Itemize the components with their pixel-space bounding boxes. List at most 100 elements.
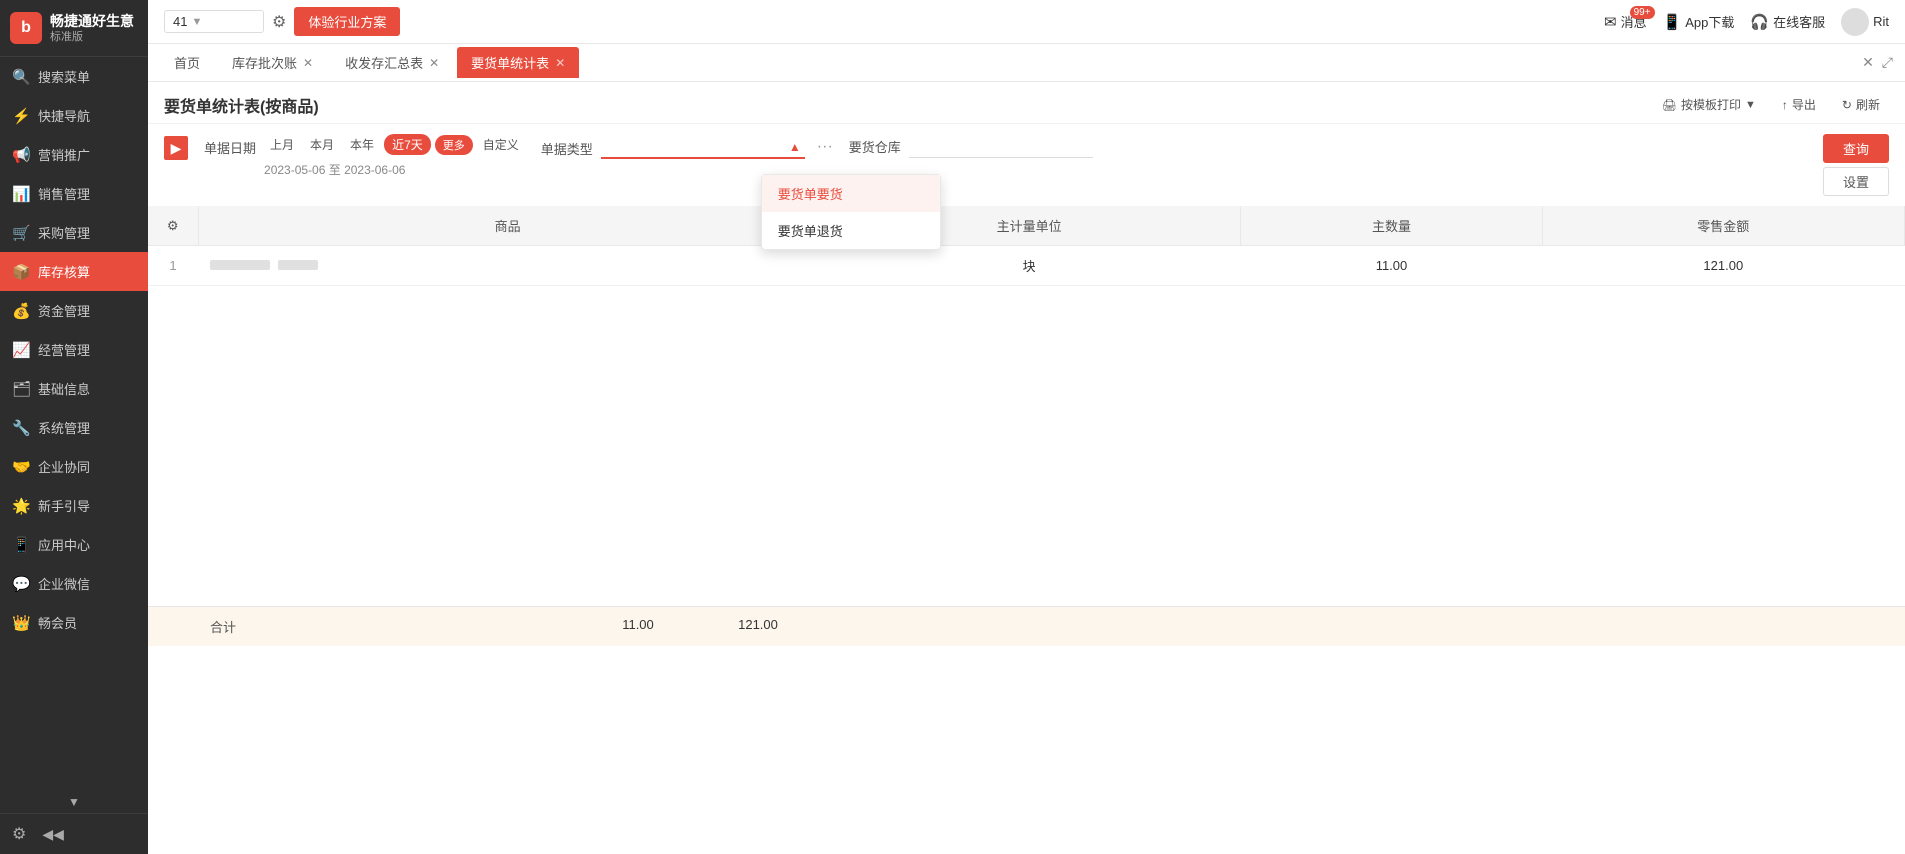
chevron-up-icon[interactable]: ▲ — [789, 140, 801, 154]
tab-expand-icon[interactable]: ⤢ — [1882, 54, 1893, 71]
sidebar-nav: 🔍 搜索菜单 ⚡ 快捷导航 📢 营销推广 📊 销售管理 🛒 采购管理 📦 库存核… — [0, 57, 148, 791]
sidebar-item-label: 基础信息 — [38, 379, 90, 398]
service-item[interactable]: 🎧 在线客服 — [1750, 12, 1825, 31]
message-icon: ✉ — [1604, 13, 1617, 31]
messages-item[interactable]: ✉ 消息 99+ — [1604, 12, 1647, 31]
sidebar-item-purchase[interactable]: 🛒 采购管理 — [0, 213, 148, 252]
page-inner: 要货单统计表(按商品) 🖨 按模板打印 ▼ ↑ 导出 ↻ 刷新 — [148, 82, 1905, 854]
refresh-icon: ↻ — [1842, 98, 1852, 112]
sidebar-item-inventory[interactable]: 📦 库存核算 — [0, 252, 148, 291]
sidebar-item-marketing[interactable]: 📢 营销推广 — [0, 135, 148, 174]
company-select[interactable]: 41 ▼ — [164, 10, 264, 33]
tab-close-all-icon[interactable]: ✕ — [1862, 54, 1874, 71]
dropdown-option-0[interactable]: 要货单要货 — [762, 175, 940, 212]
product-qty: 11.00 — [1241, 246, 1542, 286]
filter-expand-button[interactable]: ▶ — [164, 136, 188, 160]
company-select-value: 41 — [173, 14, 187, 29]
query-button[interactable]: 查询 — [1823, 134, 1889, 163]
type-filter-input[interactable] — [601, 134, 805, 159]
tab-close-icon[interactable]: ✕ — [303, 56, 313, 70]
tab-receivable[interactable]: 收发存汇总表 ✕ — [331, 47, 453, 78]
product-name — [198, 246, 817, 286]
member-icon: 👑 — [12, 614, 30, 632]
sidebar-item-sales[interactable]: 📊 销售管理 — [0, 174, 148, 213]
settings-icon[interactable]: ⚙ — [272, 12, 286, 32]
col-amount: 零售金额 — [1542, 206, 1904, 246]
sidebar-item-member[interactable]: 👑 畅会员 — [0, 603, 148, 642]
user-item[interactable]: Rit — [1841, 8, 1889, 36]
sidebar-scroll-down[interactable]: ▼ — [0, 791, 148, 813]
setup-button[interactable]: 设置 — [1823, 167, 1889, 196]
sidebar-item-system[interactable]: 🔧 系统管理 — [0, 408, 148, 447]
sidebar-item-label: 搜索菜单 — [38, 67, 90, 86]
dropdown-option-1[interactable]: 要货单退货 — [762, 212, 940, 249]
sidebar-item-label: 新手引导 — [38, 496, 90, 515]
sidebar-item-operations[interactable]: 📈 经营管理 — [0, 330, 148, 369]
export-icon: ↑ — [1782, 98, 1788, 112]
sidebar-item-shortcut[interactable]: ⚡ 快捷导航 — [0, 96, 148, 135]
shortcut-this-year[interactable]: 本年 — [344, 134, 380, 155]
product-placeholder — [210, 260, 270, 270]
tabs-actions: ✕ ⤢ — [1862, 54, 1893, 71]
sidebar-item-label: 应用中心 — [38, 535, 90, 554]
trial-button[interactable]: 体验行业方案 — [294, 7, 400, 36]
topbar-left: 41 ▼ ⚙ 体验行业方案 — [164, 7, 1592, 36]
footer-empty — [160, 617, 210, 636]
collapse-icon[interactable]: ◀◀ — [42, 826, 64, 843]
sales-icon: 📊 — [12, 185, 30, 203]
gear-icon: ⚙ — [167, 218, 179, 233]
shortcut-icon: ⚡ — [12, 107, 30, 125]
col-product: 商品 — [198, 206, 817, 246]
shortcut-last-month[interactable]: 上月 — [264, 134, 300, 155]
app-logo-text: 畅捷通好生意 标准版 — [50, 12, 134, 44]
app-logo-icon: b — [10, 12, 42, 44]
service-icon: 🎧 — [1750, 13, 1769, 31]
tab-close-icon[interactable]: ✕ — [555, 56, 565, 70]
footer-label: 合计 — [210, 617, 490, 636]
type-select-wrap: ▲ — [601, 134, 805, 159]
shortcut-this-month[interactable]: 本月 — [304, 134, 340, 155]
tabs-bar: 首页 库存批次账 ✕ 收发存汇总表 ✕ 要货单统计表 ✕ ✕ ⤢ — [148, 44, 1905, 82]
print-label: 按模板打印 — [1681, 96, 1741, 113]
sidebar-item-guide[interactable]: 🌟 新手引导 — [0, 486, 148, 525]
shortcut-7days[interactable]: 近7天 — [384, 134, 431, 155]
download-item[interactable]: 📱 App下载 — [1663, 12, 1735, 31]
table-header-row: ⚙ 商品 主计量单位 主数量 零售金额 — [148, 206, 1905, 246]
settings-footer-icon[interactable]: ⚙ — [12, 824, 26, 844]
shortcut-custom[interactable]: 自定义 — [477, 134, 525, 155]
operations-icon: 📈 — [12, 341, 30, 359]
tab-close-icon[interactable]: ✕ — [429, 56, 439, 70]
date-filter-label: 单据日期 — [204, 138, 256, 157]
main-area: 41 ▼ ⚙ 体验行业方案 ✉ 消息 99+ 📱 App下载 🎧 在线客服 R — [148, 0, 1905, 854]
shortcut-more[interactable]: 更多 — [435, 135, 473, 155]
type-filter-label: 单据类型 — [541, 139, 593, 158]
product-unit: 块 — [817, 246, 1241, 286]
export-button[interactable]: ↑ 导出 — [1773, 92, 1825, 117]
finance-icon: 💰 — [12, 302, 30, 320]
tab-order-stats[interactable]: 要货单统计表 ✕ — [457, 47, 579, 78]
tab-inventory-batch[interactable]: 库存批次账 ✕ — [218, 47, 327, 78]
print-button[interactable]: 🖨 按模板打印 ▼ — [1653, 92, 1765, 117]
sidebar-item-label: 企业微信 — [38, 574, 90, 593]
messages-badge: 99+ — [1630, 6, 1655, 19]
warehouse-filter-input[interactable] — [909, 134, 1093, 158]
service-label: 在线客服 — [1773, 12, 1825, 31]
col-settings[interactable]: ⚙ — [148, 206, 198, 246]
warehouse-filter-group: 要货仓库 — [849, 134, 1093, 158]
date-range-display: 2023-05-06 至 2023-06-06 — [264, 161, 525, 178]
data-table: ⚙ 商品 主计量单位 主数量 零售金额 1 — [148, 206, 1905, 286]
download-icon: 📱 — [1663, 13, 1682, 31]
sidebar-item-enterprise[interactable]: 🤝 企业协同 — [0, 447, 148, 486]
page-header: 要货单统计表(按商品) 🖨 按模板打印 ▼ ↑ 导出 ↻ 刷新 — [148, 82, 1905, 124]
sidebar-item-basicinfo[interactable]: 🗂 基础信息 — [0, 369, 148, 408]
sidebar-item-appcenter[interactable]: 📱 应用中心 — [0, 525, 148, 564]
sidebar-item-wechat[interactable]: 💬 企业微信 — [0, 564, 148, 603]
purchase-icon: 🛒 — [12, 224, 30, 242]
tab-home[interactable]: 首页 — [160, 47, 214, 78]
sidebar-item-search[interactable]: 🔍 搜索菜单 — [0, 57, 148, 96]
sidebar-item-finance[interactable]: 💰 资金管理 — [0, 291, 148, 330]
refresh-button[interactable]: ↻ 刷新 — [1833, 92, 1889, 117]
username: Rit — [1873, 14, 1889, 29]
sidebar-item-label: 畅会员 — [38, 613, 77, 632]
filter-more-icon[interactable]: ··· — [817, 138, 833, 156]
